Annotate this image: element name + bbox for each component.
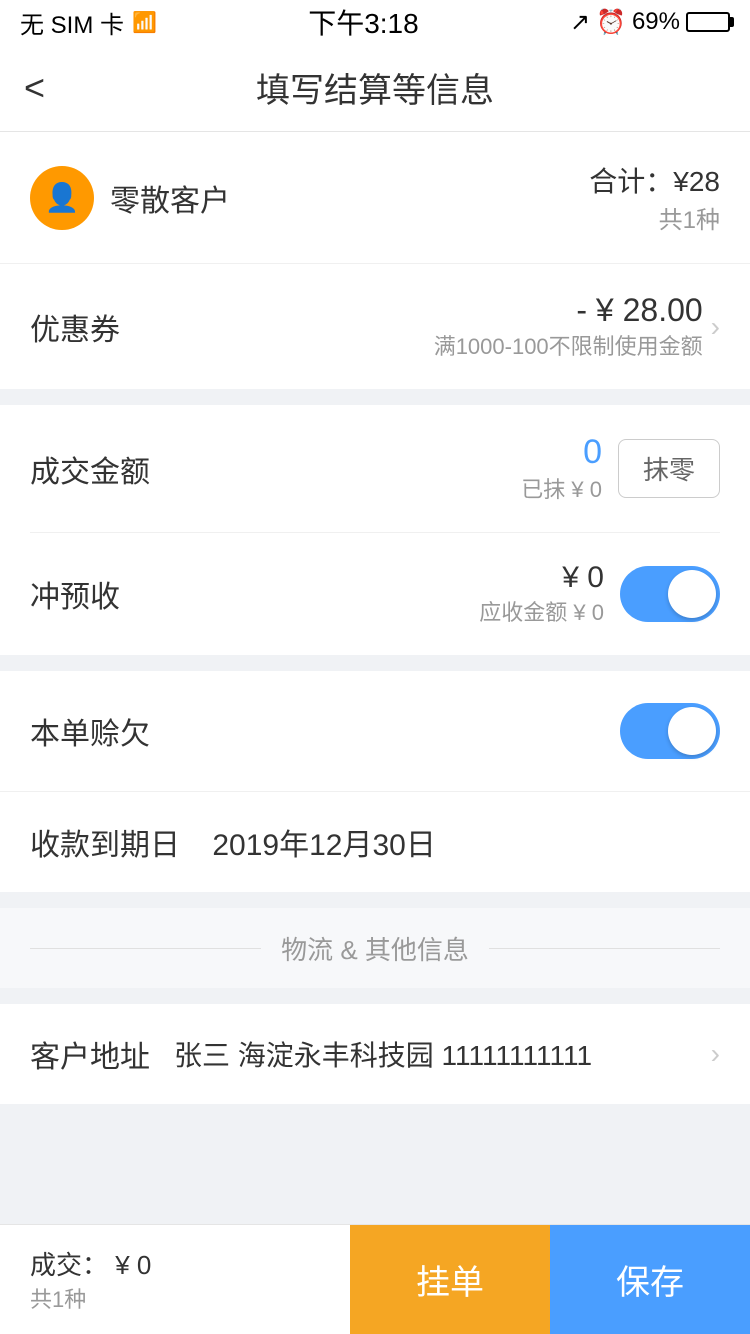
- carrier-text: 无 SIM 卡: [20, 5, 124, 40]
- transaction-card: 成交金额 0 已抹 ¥ 0 抹零 冲预收 ¥ 0 应收金额 ¥ 0: [0, 405, 750, 655]
- prepayment-text-col: ¥ 0 应收金额 ¥ 0: [479, 561, 604, 627]
- customer-name: 零散客户: [110, 176, 230, 220]
- page-title: 填写结算等信息: [256, 63, 494, 112]
- wifi-icon: 📶: [132, 10, 157, 35]
- customer-left: 👤 零散客户: [30, 166, 230, 230]
- coupon-discount: - ¥ 28.00: [434, 292, 703, 329]
- form-section-1: 成交金额 0 已抹 ¥ 0 抹零 冲预收 ¥ 0 应收金额 ¥ 0: [0, 405, 750, 655]
- hold-button[interactable]: 挂单: [350, 1225, 550, 1334]
- logistics-header: 物流 & 其他信息: [0, 908, 750, 988]
- bottom-info: 成交： ¥ 0 共1种: [0, 1245, 350, 1314]
- transaction-value: 0: [521, 433, 602, 472]
- bottom-transaction: 成交： ¥ 0: [30, 1245, 320, 1282]
- hold-label: 挂单: [416, 1255, 484, 1304]
- due-date-value: 2019年12月30日: [212, 829, 435, 862]
- address-label: 客户地址: [30, 1032, 150, 1076]
- prepayment-row: 冲预收 ¥ 0 应收金额 ¥ 0: [30, 533, 720, 655]
- prepayment-right: ¥ 0 应收金额 ¥ 0: [479, 561, 720, 627]
- status-right: ↗ ⏰ 69%: [570, 8, 730, 37]
- total-count: 共1种: [589, 200, 720, 235]
- address-chevron-icon: ›: [711, 1038, 720, 1070]
- coupon-row[interactable]: 优惠券 - ¥ 28.00 满1000-100不限制使用金额 ›: [0, 263, 750, 389]
- debt-row: 本单赊欠: [0, 671, 750, 791]
- customer-coupon-card: 👤 零散客户 合计：¥28 共1种 优惠券 - ¥ 28.00 满1000-10…: [0, 132, 750, 389]
- logistics-label-wrap: 物流 & 其他信息: [261, 930, 489, 967]
- prepayment-label: 冲预收: [30, 572, 120, 616]
- back-button[interactable]: <: [24, 67, 45, 109]
- round-zero-button[interactable]: 抹零: [618, 439, 720, 498]
- bottom-transaction-label: 成交：: [30, 1250, 108, 1280]
- save-label: 保存: [616, 1255, 684, 1304]
- status-left: 无 SIM 卡 📶: [20, 5, 157, 40]
- debt-label: 本单赊欠: [30, 709, 150, 753]
- nav-bar: < 填写结算等信息: [0, 44, 750, 132]
- prepayment-sub: 应收金额 ¥ 0: [479, 595, 604, 627]
- bottom-bar: 成交： ¥ 0 共1种 挂单 保存: [0, 1224, 750, 1334]
- coupon-chevron-icon: ›: [711, 311, 720, 343]
- location-icon: ↗: [570, 8, 590, 37]
- transaction-row: 成交金额 0 已抹 ¥ 0 抹零: [30, 405, 720, 533]
- battery-text: 69%: [632, 8, 680, 36]
- prepayment-amount: ¥ 0: [479, 561, 604, 595]
- debt-card: 本单赊欠 收款到期日 2019年12月30日: [0, 671, 750, 892]
- avatar-icon: 👤: [45, 181, 80, 214]
- customer-row: 👤 零散客户 合计：¥28 共1种: [0, 132, 750, 263]
- customer-right: 合计：¥28 共1种: [589, 160, 720, 235]
- coupon-label: 优惠券: [30, 305, 120, 349]
- total-amount: 合计：¥28: [589, 160, 720, 200]
- content: 👤 零散客户 合计：¥28 共1种 优惠券 - ¥ 28.00 满1000-10…: [0, 132, 750, 1240]
- toggle-knob: [668, 570, 716, 618]
- debt-toggle-knob: [668, 707, 716, 755]
- status-time: 下午3:18: [308, 2, 419, 42]
- logistics-card: 物流 & 其他信息: [0, 908, 750, 988]
- transaction-sub: 已抹 ¥ 0: [521, 472, 602, 504]
- bottom-count: 共1种: [30, 1282, 320, 1314]
- bottom-transaction-value: ¥ 0: [115, 1250, 151, 1280]
- coupon-right: - ¥ 28.00 满1000-100不限制使用金额 ›: [434, 292, 720, 361]
- save-button[interactable]: 保存: [550, 1225, 750, 1334]
- address-card: 客户地址 张三 海淀永丰科技园 11111111111 ›: [0, 1004, 750, 1104]
- address-row[interactable]: 客户地址 张三 海淀永丰科技园 11111111111 ›: [0, 1004, 750, 1104]
- status-bar: 无 SIM 卡 📶 下午3:18 ↗ ⏰ 69%: [0, 0, 750, 44]
- battery-bar: [686, 12, 730, 32]
- transaction-label: 成交金额: [30, 447, 150, 491]
- address-value: 张三 海淀永丰科技园 11111111111: [174, 1034, 711, 1074]
- due-date-label: 收款到期日: [30, 829, 180, 862]
- logistics-label: 物流 & 其他信息: [281, 935, 469, 965]
- avatar: 👤: [30, 166, 94, 230]
- debt-toggle[interactable]: [620, 703, 720, 759]
- alarm-icon: ⏰: [596, 8, 626, 37]
- prepayment-toggle[interactable]: [620, 566, 720, 622]
- coupon-desc: 满1000-100不限制使用金额: [434, 329, 703, 361]
- due-date-row: 收款到期日 2019年12月30日: [0, 791, 750, 892]
